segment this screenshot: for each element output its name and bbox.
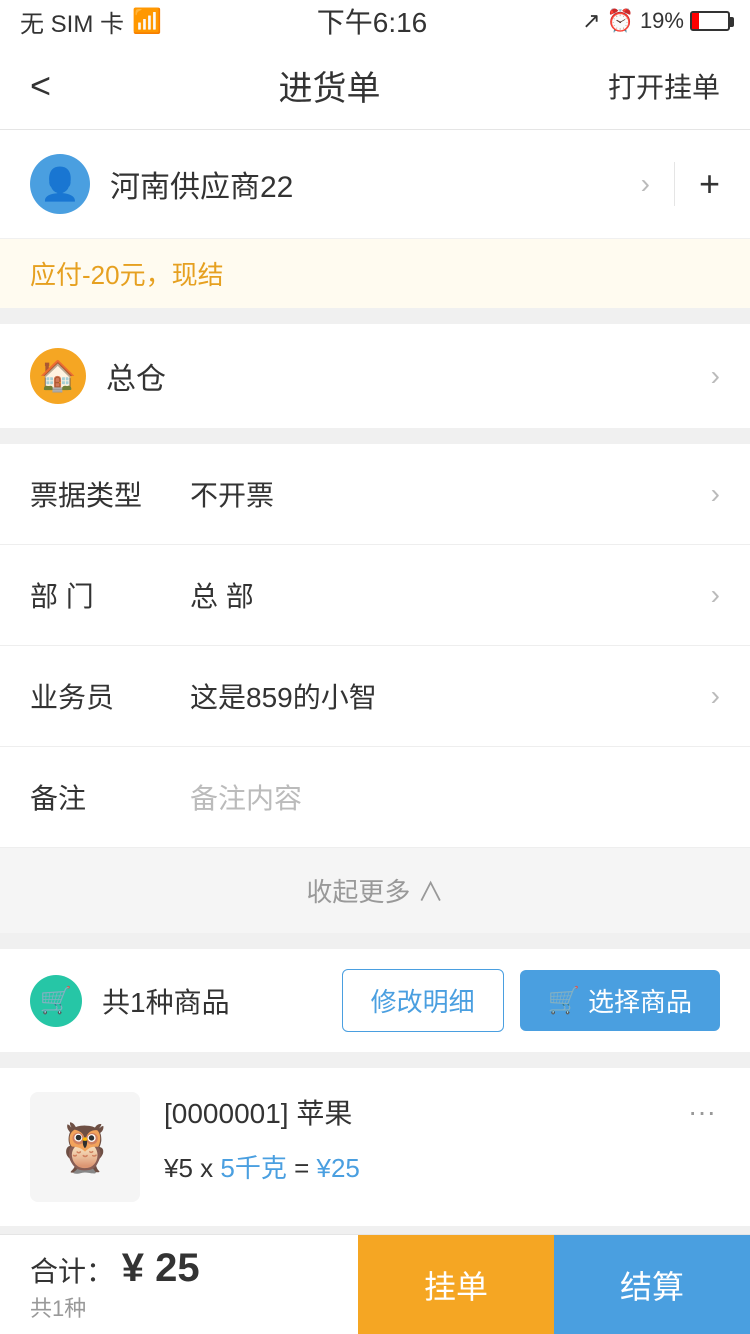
department-value: 总 部 [190,575,711,615]
add-supplier-button[interactable]: + [699,163,720,205]
quantity: 5千克 [220,1153,286,1183]
product-thumbnail: 🦉 [30,1092,140,1202]
product-price: ¥5 x 5千克 = ¥25 [164,1148,684,1185]
alarm-icon: ⏰ [607,8,634,34]
total-count: 共1种 [30,1291,328,1323]
product-header: 🛒 共1种商品 修改明细 🛒 选择商品 [0,949,750,1052]
content: 👤 河南供应商22 › + 应付-20元，现结 🏠 总仓 › 票据类型 不开票 … [0,130,750,1326]
salesperson-chevron-icon: › [711,680,720,712]
collapse-button[interactable]: 收起更多 ∧ [0,848,750,933]
product-more-button[interactable]: ··· [684,1092,720,1132]
product-count-icon: 🛒 [30,975,82,1027]
total-section: 合计： ¥ 25 共1种 [0,1235,358,1334]
price-separator: x [200,1153,220,1183]
modify-detail-button[interactable]: 修改明细 [342,969,504,1032]
warehouse-name: 总仓 [106,354,711,398]
invoice-type-value: 不开票 [190,474,711,514]
avatar-icon: 👤 [40,165,80,203]
salesperson-row[interactable]: 业务员 这是859的小智 › [0,646,750,747]
form-section: 票据类型 不开票 › 部 门 总 部 › 业务员 这是859的小智 › 备注 备… [0,444,750,933]
cart-icon: 🛒 [40,985,72,1016]
chevron-right-icon: › [641,168,650,200]
total-label: 合计： [30,1256,114,1287]
total-amount: ¥ 25 [122,1246,200,1290]
select-product-icon: 🛒 [548,985,580,1016]
equals-sign: = [294,1153,316,1183]
warehouse-icon-wrap: 🏠 [30,348,86,404]
status-time: 下午6:16 [317,1,428,41]
warehouse-row[interactable]: 🏠 总仓 › [0,324,750,428]
product-total: ¥25 [317,1153,360,1183]
checkout-button[interactable]: 结算 [554,1235,750,1334]
remark-label: 备注 [30,777,190,817]
product-item: 🦉 [0000001] 苹果 ¥5 x 5千克 = ¥25 ··· [0,1068,750,1226]
remark-input[interactable]: 备注内容 [190,777,720,817]
carrier-text: 无 SIM 卡 [20,4,124,39]
product-header-section: 🛒 共1种商品 修改明细 🛒 选择商品 [0,949,750,1052]
warehouse-chevron-icon: › [711,360,720,392]
product-count-text: 共1种商品 [102,981,342,1021]
select-product-button[interactable]: 🛒 选择商品 [520,970,720,1031]
department-row[interactable]: 部 门 总 部 › [0,545,750,646]
invoice-type-row[interactable]: 票据类型 不开票 › [0,444,750,545]
status-left: 无 SIM 卡 📶 [20,4,162,39]
hang-button[interactable]: 挂单 [358,1235,554,1334]
supplier-avatar: 👤 [30,154,90,214]
supplier-row[interactable]: 👤 河南供应商22 › + [0,130,750,239]
notice-banner: 应付-20元，现结 [0,239,750,308]
product-info: [0000001] 苹果 ¥5 x 5千克 = ¥25 [164,1092,684,1185]
vertical-divider [674,162,675,206]
invoice-chevron-icon: › [711,478,720,510]
department-chevron-icon: › [711,579,720,611]
wifi-icon: 📶 [132,7,162,36]
unit-price: ¥5 [164,1153,193,1183]
product-code: [0000001] [164,1098,289,1129]
warehouse-section: 🏠 总仓 › [0,324,750,428]
department-label: 部 门 [30,575,190,615]
battery-icon [690,11,730,31]
status-right: ↗ ⏰ 19% [582,8,730,34]
back-button[interactable]: < [30,65,51,107]
battery-text: 19% [640,8,684,34]
salesperson-value: 这是859的小智 [190,676,711,716]
nav-bar: < 进货单 打开挂单 [0,42,750,130]
product-title: 苹果 [296,1098,352,1129]
status-bar: 无 SIM 卡 📶 下午6:16 ↗ ⏰ 19% [0,0,750,42]
location-icon: ↗ [582,8,600,34]
supplier-name: 河南供应商22 [110,162,641,206]
select-product-label: 选择商品 [588,982,692,1019]
bottom-bar: 合计： ¥ 25 共1种 挂单 结算 [0,1234,750,1334]
supplier-section: 👤 河南供应商22 › + 应付-20元，现结 [0,130,750,308]
product-logo-icon: 🦉 [55,1119,115,1176]
open-hang-button[interactable]: 打开挂单 [608,66,720,106]
warehouse-icon: 🏠 [39,359,76,394]
page-title: 进货单 [279,61,381,110]
product-name: [0000001] 苹果 [164,1092,684,1132]
total-row: 合计： ¥ 25 [30,1246,328,1291]
remark-row[interactable]: 备注 备注内容 [0,747,750,848]
invoice-type-label: 票据类型 [30,474,190,514]
salesperson-label: 业务员 [30,676,190,716]
